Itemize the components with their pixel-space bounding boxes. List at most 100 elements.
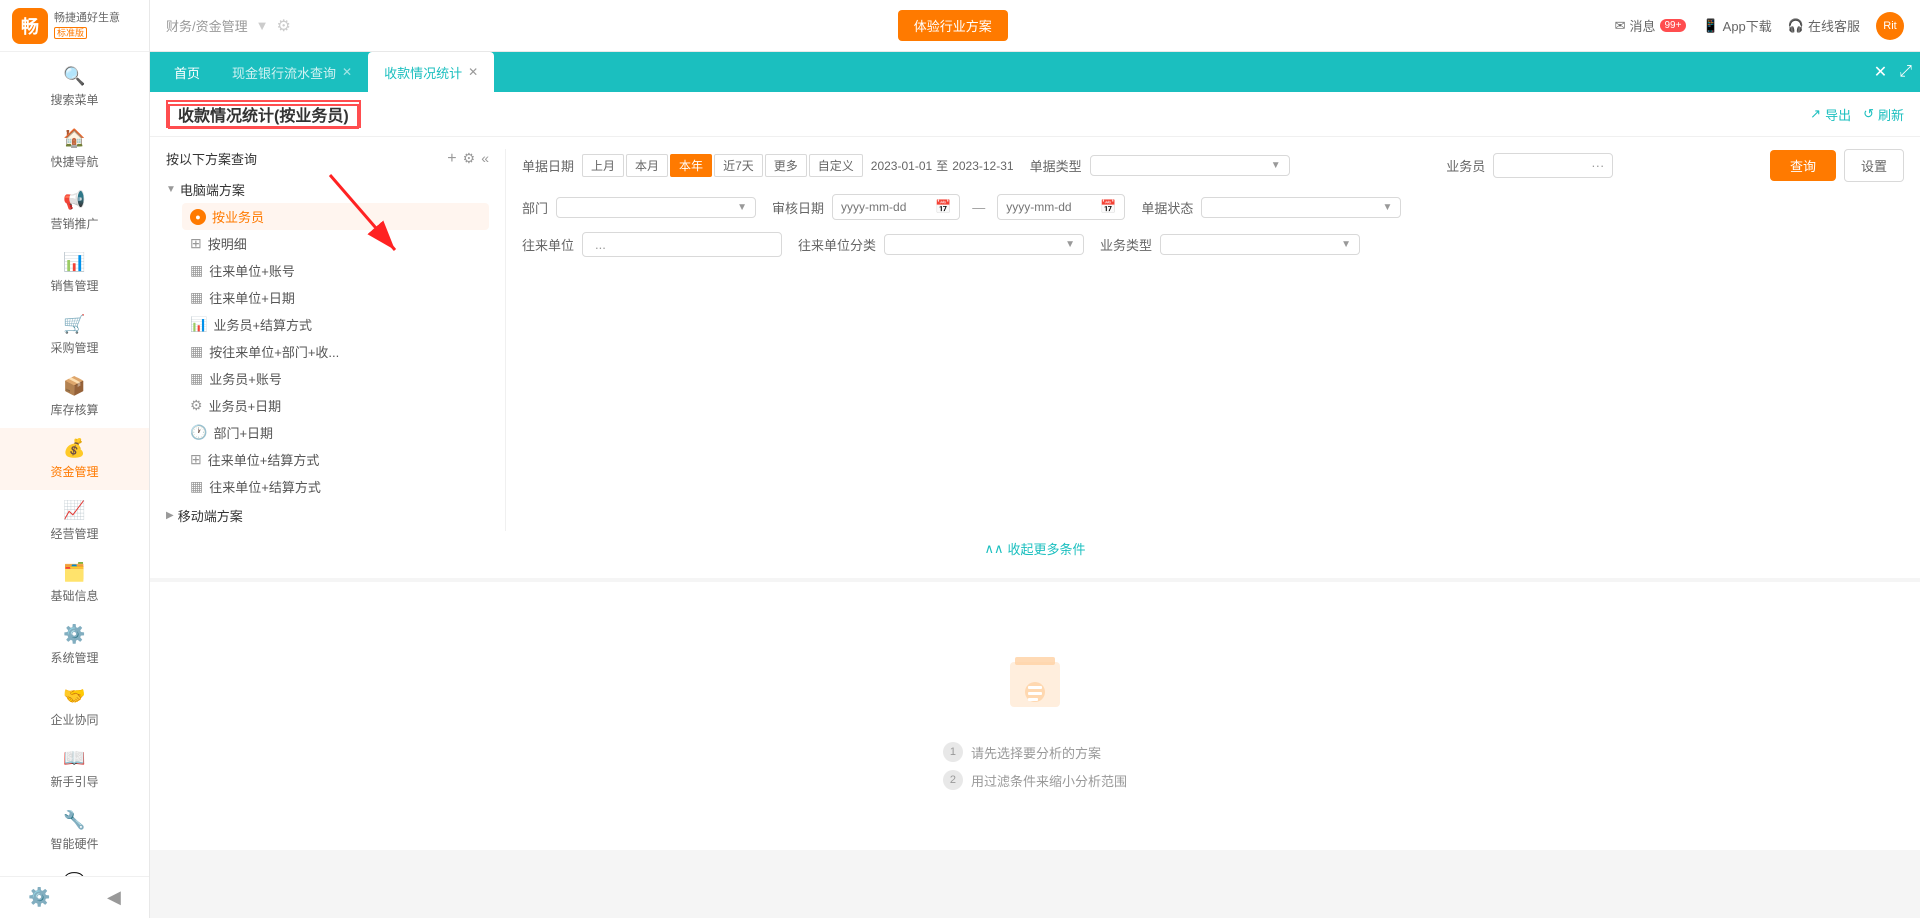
tab-bank[interactable]: 现金银行流水查询 ✕: [216, 52, 368, 92]
partner-more-icon[interactable]: ...: [595, 237, 606, 252]
partner-category-select[interactable]: ▼: [884, 234, 1084, 255]
sidebar-item-guide[interactable]: 📖 新手引导: [0, 738, 149, 800]
scheme-item-salesman-date[interactable]: ⚙ 业务员+日期: [182, 392, 489, 419]
dept-select[interactable]: ▼: [556, 197, 756, 218]
sidebar-item-sales[interactable]: 📊 销售管理: [0, 242, 149, 304]
mobile-group-label: 移动端方案: [178, 506, 243, 525]
dept-label: 部门: [522, 198, 548, 217]
scheme-item-salesman-account[interactable]: ▦ 业务员+账号: [182, 365, 489, 392]
messages-btn[interactable]: ✉ 消息 99+: [1615, 16, 1687, 35]
partner-input[interactable]: ...: [582, 232, 782, 257]
footer-settings-btn[interactable]: ⚙️: [28, 887, 50, 908]
scheme-collapse-btn[interactable]: «: [481, 150, 489, 168]
empty-illustration: [995, 642, 1075, 722]
refresh-icon: ↺: [1863, 106, 1874, 122]
scheme-item-detail[interactable]: ⊞ 按明细: [182, 230, 489, 257]
tab-home[interactable]: 首页: [158, 52, 216, 92]
salesman-account-icon: ▦: [190, 370, 203, 387]
audit-date-from[interactable]: 📅: [832, 194, 960, 220]
sidebar-item-purchase[interactable]: 🛒 采购管理: [0, 304, 149, 366]
finance-icon: 💰: [63, 438, 85, 459]
tab-receipt-close[interactable]: ✕: [468, 65, 478, 79]
sidebar-item-wechat[interactable]: 💬 企业微信: [0, 862, 149, 876]
date-btn-custom[interactable]: 自定义: [809, 154, 863, 177]
gear-settings-icon[interactable]: ⚙: [277, 16, 291, 36]
audit-to-input[interactable]: [1006, 200, 1096, 214]
date-btn-more[interactable]: 更多: [765, 154, 807, 177]
audit-date-to[interactable]: 📅: [997, 194, 1125, 220]
salesman-date-icon: ⚙: [190, 397, 203, 414]
logo-area: 畅 畅捷通好生意 标准版: [0, 0, 149, 52]
sidebar-item-finance[interactable]: 💰 资金管理: [0, 428, 149, 490]
scheme-item-salesman-settlement[interactable]: 📊 业务员+结算方式: [182, 311, 489, 338]
scheme-group-mobile-header[interactable]: ▶ 移动端方案: [166, 502, 489, 529]
date-filter-field: 单据日期 上月 本月 本年 近7天 更多 自定义: [522, 154, 1014, 177]
sales-icon: 📊: [63, 252, 85, 273]
guide-icon: 📖: [63, 748, 85, 769]
tab-receipt[interactable]: 收款情况统计 ✕: [368, 52, 494, 92]
salesman-more-icon[interactable]: ···: [1591, 158, 1604, 173]
partner-settle1-icon: ⊞: [190, 451, 202, 468]
app-download-btn[interactable]: 📱 App下载: [1702, 16, 1771, 35]
filter-panel: 按以下方案查询 + ⚙ « ▼: [150, 137, 1920, 578]
date-from-value: 2023-01-01: [871, 159, 932, 173]
sidebar-item-basic[interactable]: 🗂️ 基础信息: [0, 552, 149, 614]
trial-industry-btn[interactable]: 体验行业方案: [898, 10, 1008, 41]
scheme-settings-btn[interactable]: ⚙: [463, 150, 476, 168]
collapse-chevron-icon: ∧∧: [984, 541, 1003, 557]
doc-type-select[interactable]: ▼: [1090, 155, 1290, 176]
left-panel-header: 按以下方案查询 + ⚙ «: [166, 149, 489, 168]
sidebar: 畅 畅捷通好生意 标准版 🔍 搜索菜单 🏠 快捷导航 📢 营销推广 📊: [0, 0, 150, 918]
refresh-btn[interactable]: ↺ 刷新: [1863, 105, 1904, 124]
tab-maximize-icon[interactable]: ⤢: [1899, 63, 1912, 81]
scheme-item-partner-settlement1[interactable]: ⊞ 往来单位+结算方式: [182, 446, 489, 473]
sidebar-item-business[interactable]: 📈 经营管理: [0, 490, 149, 552]
tab-close-window-icon[interactable]: ✕: [1874, 62, 1887, 82]
partner-account-icon: ▦: [190, 262, 203, 279]
scheme-item-salesman[interactable]: ● 按业务员: [182, 203, 489, 230]
sidebar-item-hardware[interactable]: 🔧 智能硬件: [0, 800, 149, 862]
online-service-btn[interactable]: 🎧 在线客服: [1788, 16, 1860, 35]
page-actions: ↗ 导出 ↺ 刷新: [1810, 105, 1904, 124]
scheme-item-partner-dept[interactable]: ▦ 按往来单位+部门+收...: [182, 338, 489, 365]
audit-from-input[interactable]: [841, 200, 931, 214]
sidebar-item-marketing[interactable]: 📢 营销推广: [0, 180, 149, 242]
sidebar-item-enterprise[interactable]: 🤝 企业协同: [0, 676, 149, 738]
doc-status-field: 单据状态 ▼: [1141, 197, 1401, 218]
doc-status-select[interactable]: ▼: [1201, 197, 1401, 218]
add-scheme-btn[interactable]: +: [447, 150, 456, 168]
sidebar-item-inventory[interactable]: 📦 库存核算: [0, 366, 149, 428]
date-btn-7days[interactable]: 近7天: [714, 154, 763, 177]
partner-settle2-icon: ▦: [190, 478, 203, 495]
sidebar-item-system[interactable]: ⚙️ 系统管理: [0, 614, 149, 676]
sidebar-item-search[interactable]: 🔍 搜索菜单: [0, 56, 149, 118]
footer-collapse-btn[interactable]: ◀: [107, 887, 121, 908]
export-btn[interactable]: ↗ 导出: [1810, 105, 1851, 124]
scheme-item-partner-date[interactable]: ▦ 往来单位+日期: [182, 284, 489, 311]
biz-type-select[interactable]: ▼: [1160, 234, 1360, 255]
export-icon: ↗: [1810, 106, 1821, 122]
pc-group-label: 电脑端方案: [180, 180, 245, 199]
date-btn-this-month[interactable]: 本月: [626, 154, 668, 177]
scheme-item-dept-date[interactable]: 🕐 部门+日期: [182, 419, 489, 446]
salesman-settlement-icon: 📊: [190, 316, 207, 333]
setting-btn[interactable]: 设置: [1844, 149, 1904, 182]
tab-bank-close[interactable]: ✕: [342, 65, 352, 79]
salesman-select[interactable]: ···: [1493, 153, 1613, 178]
date-btn-last-month[interactable]: 上月: [582, 154, 624, 177]
scheme-item-partner-settlement2[interactable]: ▦ 往来单位+结算方式: [182, 473, 489, 500]
sidebar-item-quicknav[interactable]: 🏠 快捷导航: [0, 118, 149, 180]
page-title: 收款情况统计(按业务员): [168, 104, 359, 129]
scheme-group-pc-header[interactable]: ▼ 电脑端方案: [166, 176, 489, 203]
scheme-item-partner-account[interactable]: ▦ 往来单位+账号: [182, 257, 489, 284]
collapse-bar[interactable]: ∧∧ 收起更多条件: [166, 531, 1904, 566]
query-btn[interactable]: 查询: [1770, 150, 1836, 181]
hardware-icon: 🔧: [63, 810, 85, 831]
partner-field: 往来单位 ...: [522, 232, 782, 257]
date-btn-this-year[interactable]: 本年: [670, 154, 712, 177]
partner-label: 往来单位: [522, 235, 574, 254]
avatar[interactable]: Rit: [1876, 12, 1904, 40]
empty-steps: 1 请先选择要分析的方案 2 用过滤条件来缩小分析范围: [943, 742, 1127, 790]
dept-field: 部门 ▼: [522, 197, 756, 218]
partner-date-icon: ▦: [190, 289, 203, 306]
